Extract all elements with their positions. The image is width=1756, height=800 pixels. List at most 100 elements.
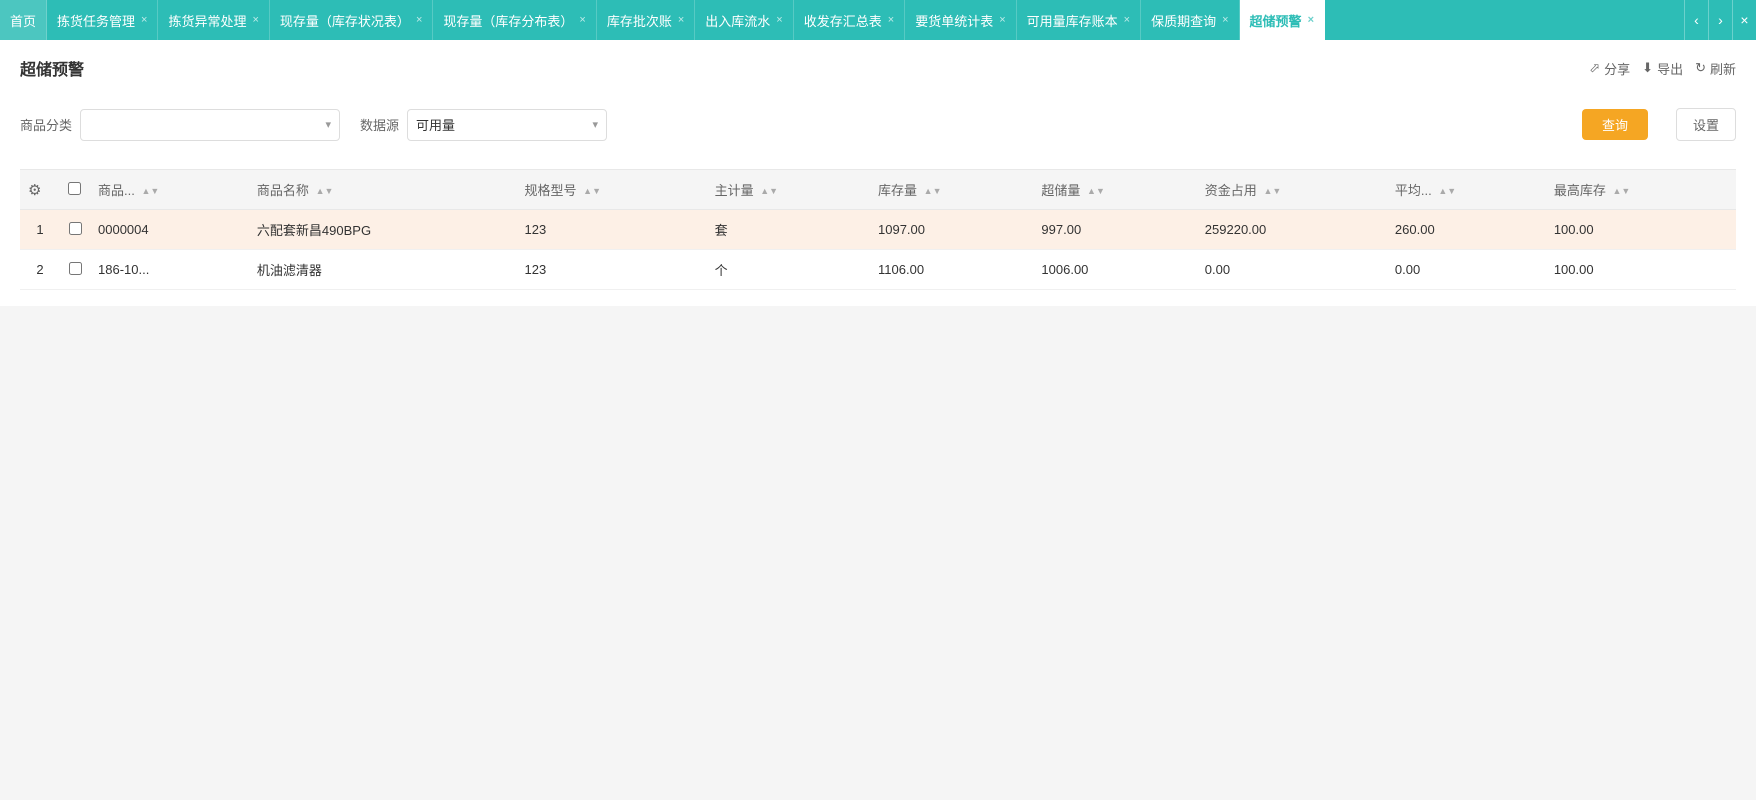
nav-arrow-left-button[interactable]: ‹: [1684, 0, 1708, 40]
close-batch-ledger-icon[interactable]: ×: [678, 14, 684, 26]
nav-tab-collect-summary[interactable]: 收发存汇总表 ×: [794, 0, 905, 40]
nav-tab-order-stats[interactable]: 要货单统计表 ×: [905, 0, 1016, 40]
share-button[interactable]: ⬀ 分享: [1589, 59, 1630, 78]
column-settings-icon[interactable]: ⚙: [28, 182, 41, 199]
datasource-select[interactable]: 可用量 ▾: [407, 109, 607, 141]
sort-capital-occ-icon: ▲▼: [1263, 187, 1281, 196]
row-select-checkbox-1[interactable]: [69, 262, 82, 275]
datasource-select-value: 可用量: [416, 115, 455, 134]
sort-unit-icon: ▲▼: [760, 187, 778, 196]
close-overstock-warning-icon[interactable]: ×: [1308, 14, 1314, 26]
row-select-checkbox-0[interactable]: [69, 222, 82, 235]
cell-unit-1: 个: [707, 250, 870, 290]
nav-close-button[interactable]: ×: [1732, 0, 1756, 40]
nav-tab-stock-status-label: 现存量（库存状况表）: [280, 11, 410, 30]
nav-tab-available-ledger[interactable]: 可用量库存账本 ×: [1017, 0, 1141, 40]
col-capital-occ[interactable]: 资金占用 ▲▼: [1197, 170, 1387, 210]
nav-arrow-right-button[interactable]: ›: [1708, 0, 1732, 40]
nav-arrows: ‹ › ×: [1684, 0, 1756, 40]
nav-tab-overstock-warning[interactable]: 超储预警 ×: [1240, 0, 1325, 40]
export-button[interactable]: ⬇ 导出: [1642, 59, 1683, 78]
close-stock-dist-icon[interactable]: ×: [579, 14, 585, 26]
datasource-dropdown-arrow-icon: ▾: [593, 118, 599, 131]
col-product-name[interactable]: 商品名称 ▲▼: [249, 170, 517, 210]
col-overstock-label: 超储量: [1041, 183, 1080, 198]
export-icon: ⬇: [1642, 60, 1653, 76]
col-max-stock-label: 最高库存: [1554, 183, 1606, 198]
col-unit-label: 主计量: [715, 183, 754, 198]
cell-overstock-0: 997.00: [1033, 210, 1196, 250]
refresh-button[interactable]: ↻ 刷新: [1695, 59, 1736, 78]
nav-tab-batch-ledger[interactable]: 库存批次账 ×: [597, 0, 695, 40]
nav-tab-quality-check[interactable]: 保质期查询 ×: [1141, 0, 1239, 40]
col-max-stock[interactable]: 最高库存 ▲▼: [1546, 170, 1736, 210]
cell-product-code-0: 0000004: [90, 210, 249, 250]
sort-product-name-icon: ▲▼: [316, 187, 334, 196]
nav-tab-abnormal-label: 拣货异常处理: [168, 11, 246, 30]
close-in-out-flow-icon[interactable]: ×: [776, 14, 782, 26]
nav-tab-stock-dist-label: 现存量（库存分布表）: [443, 11, 573, 30]
data-table: ⚙ 商品... ▲▼ 商品名称 ▲▼ 规格型号 ▲▼: [20, 169, 1736, 290]
sort-spec-icon: ▲▼: [583, 187, 601, 196]
query-button[interactable]: 查询: [1582, 109, 1648, 140]
nav-tab-home[interactable]: 首页: [0, 0, 47, 40]
table-wrapper: ⚙ 商品... ▲▼ 商品名称 ▲▼ 规格型号 ▲▼: [20, 169, 1736, 290]
cell-capital-occ-0: 259220.00: [1197, 210, 1387, 250]
nav-tab-abnormal[interactable]: 拣货异常处理 ×: [158, 0, 269, 40]
row-num-0: 1: [20, 210, 60, 250]
col-spec-label: 规格型号: [525, 183, 577, 198]
nav-tab-order-stats-label: 要货单统计表: [915, 11, 993, 30]
cell-max-stock-1: 100.00: [1546, 250, 1736, 290]
cell-spec-0: 123: [517, 210, 707, 250]
row-checkbox-0[interactable]: [60, 210, 90, 250]
nav-tab-batch-ledger-label: 库存批次账: [607, 11, 672, 30]
col-unit[interactable]: 主计量 ▲▼: [707, 170, 870, 210]
col-stock[interactable]: 库存量 ▲▼: [870, 170, 1033, 210]
nav-tab-in-out-flow-label: 出入库流水: [705, 11, 770, 30]
export-label: 导出: [1657, 59, 1683, 78]
sort-product-code-icon: ▲▼: [141, 187, 159, 196]
col-product-code-label: 商品...: [98, 183, 135, 198]
cell-stock-0: 1097.00: [870, 210, 1033, 250]
col-product-code[interactable]: 商品... ▲▼: [90, 170, 249, 210]
page-title: 超储预警: [20, 56, 84, 80]
close-available-ledger-icon[interactable]: ×: [1124, 14, 1130, 26]
close-task-mgmt-icon[interactable]: ×: [141, 14, 147, 26]
row-num-1: 2: [20, 250, 60, 290]
cell-product-name-1: 机油滤清器: [249, 250, 517, 290]
nav-tab-task-mgmt-label: 拣货任务管理: [57, 11, 135, 30]
category-select[interactable]: ▾: [80, 109, 340, 141]
cell-avg-1: 0.00: [1387, 250, 1546, 290]
datasource-filter: 数据源 可用量 ▾: [360, 109, 607, 141]
category-dropdown-arrow-icon: ▾: [325, 118, 331, 131]
close-collect-summary-icon[interactable]: ×: [888, 14, 894, 26]
select-all-checkbox[interactable]: [68, 182, 81, 195]
sort-overstock-icon: ▲▼: [1087, 187, 1105, 196]
nav-tab-stock-status[interactable]: 现存量（库存状况表） ×: [270, 0, 433, 40]
category-filter: 商品分类 ▾: [20, 109, 340, 141]
nav-tab-stock-dist[interactable]: 现存量（库存分布表） ×: [433, 0, 596, 40]
nav-tab-task-mgmt[interactable]: 拣货任务管理 ×: [47, 0, 158, 40]
sort-stock-icon: ▲▼: [924, 187, 942, 196]
col-product-name-label: 商品名称: [257, 183, 309, 198]
settings-button[interactable]: 设置: [1676, 108, 1736, 141]
row-checkbox-1[interactable]: [60, 250, 90, 290]
nav-tab-quality-check-label: 保质期查询: [1151, 11, 1216, 30]
close-abnormal-icon[interactable]: ×: [252, 14, 258, 26]
col-capital-occ-label: 资金占用: [1205, 183, 1257, 198]
nav-tab-in-out-flow[interactable]: 出入库流水 ×: [695, 0, 793, 40]
close-stock-status-icon[interactable]: ×: [416, 14, 422, 26]
col-avg[interactable]: 平均... ▲▼: [1387, 170, 1546, 210]
col-spec[interactable]: 规格型号 ▲▼: [517, 170, 707, 210]
nav-tab-home-label: 首页: [10, 11, 36, 30]
sort-avg-icon: ▲▼: [1438, 187, 1456, 196]
col-stock-label: 库存量: [878, 183, 917, 198]
cell-product-name-0: 六配套新昌490BPG: [249, 210, 517, 250]
cell-spec-1: 123: [517, 250, 707, 290]
cell-unit-0: 套: [707, 210, 870, 250]
page-header: 超储预警 ⬀ 分享 ⬇ 导出 ↻ 刷新: [20, 56, 1736, 80]
col-overstock[interactable]: 超储量 ▲▼: [1033, 170, 1196, 210]
close-quality-check-icon[interactable]: ×: [1222, 14, 1228, 26]
header-actions: ⬀ 分享 ⬇ 导出 ↻ 刷新: [1589, 59, 1736, 78]
close-order-stats-icon[interactable]: ×: [999, 14, 1005, 26]
